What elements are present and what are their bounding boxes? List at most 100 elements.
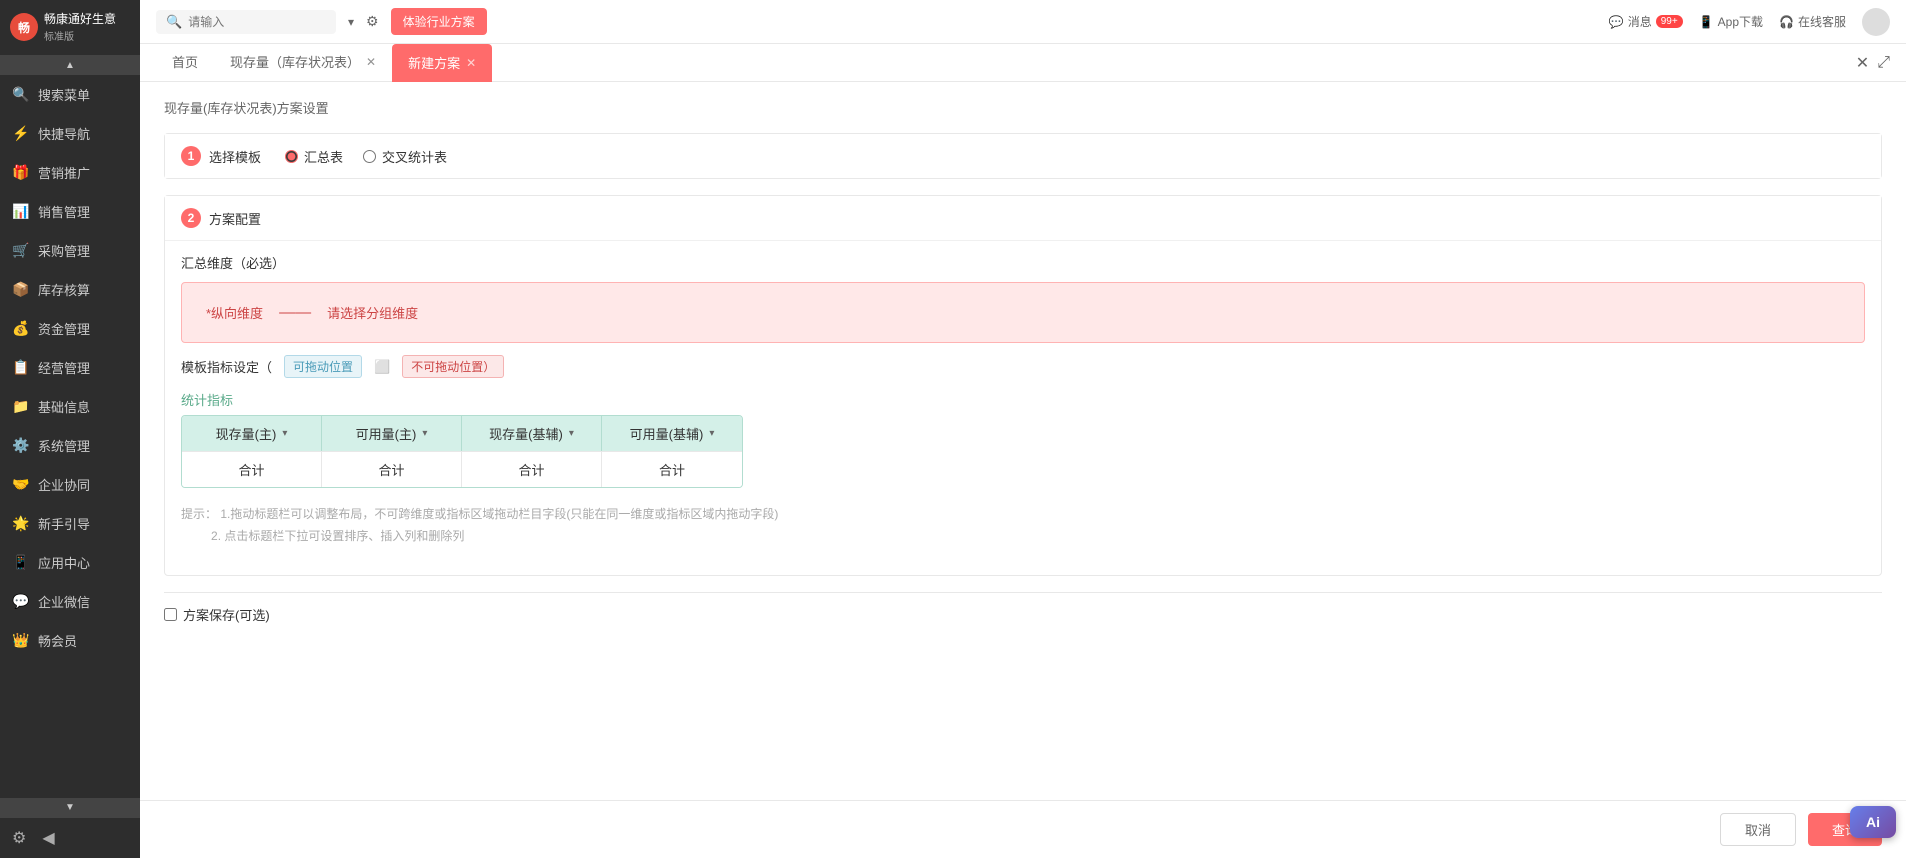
step2-header: 2 方案配置 bbox=[165, 196, 1881, 240]
finance-icon: 💰 bbox=[12, 319, 30, 337]
dimension-required-label: *纵向维度 bbox=[206, 303, 263, 322]
indicator-setting-row: 模板指标设定（ 可拖动位置 ⬜ 不可拖动位置） bbox=[181, 355, 1865, 378]
sidebar-item-business[interactable]: 📋 经营管理 bbox=[0, 348, 140, 387]
online-service-btn[interactable]: 🎧 在线客服 bbox=[1779, 13, 1846, 30]
indicator-separator: ⬜ bbox=[374, 359, 390, 375]
ai-button[interactable]: Ai bbox=[1850, 806, 1896, 838]
message-icon: 💬 bbox=[1609, 15, 1624, 29]
sidebar-item-label: 库存核算 bbox=[38, 280, 90, 299]
step1-title: 选择模板 bbox=[209, 147, 261, 166]
tab-new-plan[interactable]: 新建方案 ✕ bbox=[392, 44, 492, 82]
sidebar-scroll-up[interactable]: ▲ bbox=[0, 56, 140, 75]
radio-summary-table[interactable]: 汇总表 bbox=[285, 147, 343, 166]
search-input[interactable] bbox=[188, 15, 308, 29]
topbar-dropdown-icon[interactable]: ▾ bbox=[348, 15, 354, 29]
dimension-placeholder: 请选择分组维度 bbox=[327, 303, 418, 322]
stats-col-0[interactable]: 现存量(主) ▾ bbox=[182, 416, 322, 451]
stats-col-1[interactable]: 可用量(主) ▾ bbox=[322, 416, 462, 451]
sidebar-item-new-guide[interactable]: 🌟 新手引导 bbox=[0, 504, 140, 543]
sidebar-item-label: 营销推广 bbox=[38, 163, 90, 182]
sidebar-item-label: 销售管理 bbox=[38, 202, 90, 221]
summary-dimension-label: 汇总维度（必选） bbox=[181, 253, 1865, 272]
stats-label: 统计指标 bbox=[181, 390, 1865, 409]
wechat-icon: 💬 bbox=[12, 592, 30, 610]
inventory-icon: 📦 bbox=[12, 280, 30, 298]
message-btn[interactable]: 💬 消息 99+ bbox=[1609, 13, 1683, 30]
app-download-btn[interactable]: 📱 App下载 bbox=[1699, 13, 1763, 30]
stats-col-1-label: 可用量(主) bbox=[356, 424, 417, 443]
sidebar-item-search-menu[interactable]: 🔍 搜索菜单 bbox=[0, 75, 140, 114]
stats-col-2-chevron[interactable]: ▾ bbox=[569, 428, 574, 439]
radio-cross-table[interactable]: 交叉统计表 bbox=[363, 147, 447, 166]
new-guide-icon: 🌟 bbox=[12, 514, 30, 532]
sidebar-item-marketing[interactable]: 🎁 营销推广 bbox=[0, 153, 140, 192]
step2-body: 汇总维度（必选） *纵向维度 —— 请选择分组维度 模板指标设定（ 可拖动位置 … bbox=[165, 240, 1881, 575]
indicator-setting-label: 模板指标设定（ bbox=[181, 357, 272, 376]
app-logo: 畅 畅康通好生意 标准版 bbox=[0, 0, 140, 56]
sidebar-item-label: 搜索菜单 bbox=[38, 85, 90, 104]
tips-section: 提示： 1.拖动标题栏可以调整布局，不可跨维度或指标区域拖动栏目字段(只能在同一… bbox=[181, 504, 1865, 547]
tab-new-plan-close[interactable]: ✕ bbox=[466, 56, 476, 70]
sidebar-scroll-down[interactable]: ▼ bbox=[0, 798, 140, 817]
save-label[interactable]: 方案保存(可选) bbox=[183, 605, 270, 624]
sidebar-item-basic-info[interactable]: 📁 基础信息 bbox=[0, 387, 140, 426]
app-edition: 标准版 bbox=[44, 28, 116, 43]
sidebar-item-sales[interactable]: 📊 销售管理 bbox=[0, 192, 140, 231]
radio-cross-input[interactable] bbox=[363, 150, 376, 163]
sidebar-item-app-center[interactable]: 📱 应用中心 bbox=[0, 543, 140, 582]
step1-section: 1 选择模板 汇总表 交叉统计表 bbox=[164, 133, 1882, 179]
tip-0: 提示： 1.拖动标题栏可以调整布局，不可跨维度或指标区域拖动栏目字段(只能在同一… bbox=[181, 504, 1865, 526]
tab-inventory-close[interactable]: ✕ bbox=[366, 55, 376, 69]
stats-col-3-chevron[interactable]: ▾ bbox=[709, 428, 714, 439]
stats-col-2[interactable]: 现存量(基辅) ▾ bbox=[462, 416, 602, 451]
tip-text-1: 2. 点击标题栏下拉可设置排序、插入列和删除列 bbox=[211, 529, 464, 543]
stats-header: 现存量(主) ▾ 可用量(主) ▾ 现存量(基辅) ▾ bbox=[182, 416, 742, 451]
dimension-dash: —— bbox=[279, 304, 311, 322]
sidebar-item-inventory[interactable]: 📦 库存核算 bbox=[0, 270, 140, 309]
sidebar-item-cooperation[interactable]: 🤝 企业协同 bbox=[0, 465, 140, 504]
sidebar-item-system[interactable]: ⚙️ 系统管理 bbox=[0, 426, 140, 465]
app-center-icon: 📱 bbox=[12, 553, 30, 571]
sidebar-item-finance[interactable]: 💰 资金管理 bbox=[0, 309, 140, 348]
tab-close-all-icon[interactable]: ✕ bbox=[1856, 53, 1869, 73]
cooperation-icon: 🤝 bbox=[12, 475, 30, 493]
page-title: 现存量(库存状况表)方案设置 bbox=[164, 98, 1882, 117]
topbar: 🔍 ▾ ⚙ 体验行业方案 💬 消息 99+ 📱 App下载 🎧 在线客服 bbox=[140, 0, 1906, 44]
topbar-gear-icon[interactable]: ⚙ bbox=[366, 13, 379, 30]
sidebar-item-label: 资金管理 bbox=[38, 319, 90, 338]
quick-nav-icon: ⚡ bbox=[12, 124, 30, 142]
stats-col-3[interactable]: 可用量(基辅) ▾ bbox=[602, 416, 742, 451]
sidebar-item-label: 经营管理 bbox=[38, 358, 90, 377]
save-checkbox[interactable] bbox=[164, 608, 177, 621]
save-option: 方案保存(可选) bbox=[164, 592, 1882, 636]
online-service-label: 在线客服 bbox=[1798, 13, 1846, 30]
stats-col-0-chevron[interactable]: ▾ bbox=[282, 428, 287, 439]
topbar-search-box[interactable]: 🔍 bbox=[156, 10, 336, 34]
sidebar-item-wechat[interactable]: 💬 企业微信 bbox=[0, 582, 140, 621]
user-avatar[interactable] bbox=[1862, 8, 1890, 36]
tab-inventory-status[interactable]: 现存量（库存状况表） ✕ bbox=[214, 44, 392, 82]
radio-summary-input[interactable] bbox=[285, 150, 298, 163]
step2-badge: 2 bbox=[181, 208, 201, 228]
tabs-actions: ✕ ⤢ bbox=[1856, 53, 1890, 73]
logo-icon: 畅 bbox=[10, 13, 38, 41]
topbar-right: 💬 消息 99+ 📱 App下载 🎧 在线客服 bbox=[1609, 8, 1890, 36]
collapse-icon[interactable]: ◀ bbox=[42, 828, 54, 848]
system-icon: ⚙️ bbox=[12, 436, 30, 454]
cancel-button[interactable]: 取消 bbox=[1720, 813, 1796, 846]
dimension-area[interactable]: *纵向维度 —— 请选择分组维度 bbox=[181, 282, 1865, 343]
sidebar-item-quick-nav[interactable]: ⚡ 快捷导航 bbox=[0, 114, 140, 153]
settings-icon[interactable]: ⚙ bbox=[12, 828, 26, 848]
app-download-label: App下载 bbox=[1718, 13, 1763, 30]
app-download-icon: 📱 bbox=[1699, 15, 1714, 29]
sidebar-item-label: 企业协同 bbox=[38, 475, 90, 494]
sidebar-item-member[interactable]: 👑 畅会员 bbox=[0, 621, 140, 660]
tab-expand-icon[interactable]: ⤢ bbox=[1877, 54, 1890, 72]
sidebar-item-label: 系统管理 bbox=[38, 436, 90, 455]
tab-home[interactable]: 首页 bbox=[156, 44, 214, 82]
sidebar-nav: 🔍 搜索菜单 ⚡ 快捷导航 🎁 营销推广 📊 销售管理 🛒 采购管理 📦 库存核… bbox=[0, 75, 140, 798]
stats-col-1-chevron[interactable]: ▾ bbox=[422, 428, 427, 439]
industry-plan-button[interactable]: 体验行业方案 bbox=[391, 8, 487, 35]
radio-summary-label: 汇总表 bbox=[304, 147, 343, 166]
sidebar-item-purchase[interactable]: 🛒 采购管理 bbox=[0, 231, 140, 270]
